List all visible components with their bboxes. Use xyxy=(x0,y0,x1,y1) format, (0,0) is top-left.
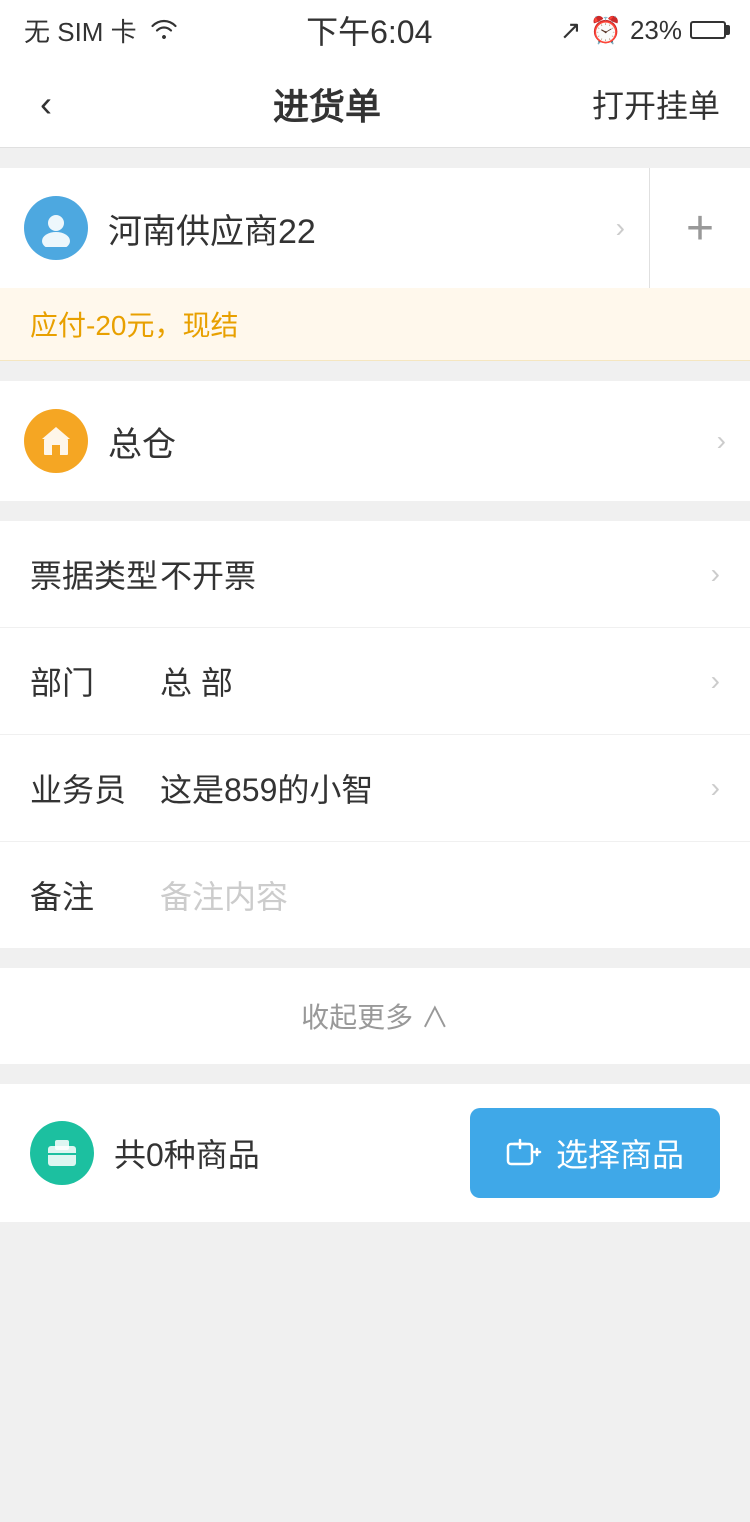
warehouse-chevron-icon: › xyxy=(717,425,726,457)
bottom-bg xyxy=(0,1222,750,1522)
battery-icon xyxy=(690,21,726,39)
salesperson-chevron-icon: › xyxy=(711,772,720,804)
back-button[interactable]: ‹ xyxy=(30,73,62,135)
location-icon: ↗ xyxy=(560,15,582,46)
department-row[interactable]: 部门 总 部 › xyxy=(0,628,750,735)
invoice-type-row[interactable]: 票据类型 不开票 › xyxy=(0,521,750,628)
open-pending-button[interactable]: 打开挂单 xyxy=(592,81,720,127)
nav-bar: ‹ 进货单 打开挂单 xyxy=(0,60,750,148)
collapse-button[interactable]: 收起更多 ∧ xyxy=(0,968,750,1064)
alarm-icon: ⏰ xyxy=(590,15,622,46)
supplier-main[interactable]: 河南供应商22 › xyxy=(0,168,650,288)
notice-bar: 应付-20元，现结 xyxy=(0,288,750,361)
select-product-label: 选择商品 xyxy=(556,1130,684,1176)
warehouse-section[interactable]: 总仓 › xyxy=(0,381,750,501)
page-title: 进货单 xyxy=(273,78,381,130)
collapse-label: 收起更多 ∧ xyxy=(301,996,449,1036)
supplier-chevron-icon: › xyxy=(616,212,625,244)
status-bar: 无 SIM 卡 下午6:04 ↗ ⏰ 23% xyxy=(0,0,750,60)
salesperson-value: 这是859的小智 xyxy=(160,765,711,811)
supplier-name: 河南供应商22 xyxy=(108,204,616,253)
product-section: 共0种商品 选择商品 xyxy=(0,1084,750,1222)
status-time: 下午6:04 xyxy=(306,7,432,53)
carrier-text: 无 SIM 卡 xyxy=(24,12,137,49)
invoice-type-value: 不开票 xyxy=(160,551,711,597)
supplier-avatar xyxy=(24,196,88,260)
status-right: ↗ ⏰ 23% xyxy=(560,15,726,46)
status-left: 无 SIM 卡 xyxy=(24,12,179,49)
product-icon xyxy=(30,1121,94,1185)
warehouse-name: 总仓 xyxy=(108,417,717,466)
select-product-button[interactable]: 选择商品 xyxy=(470,1108,720,1198)
department-label: 部门 xyxy=(30,658,160,704)
wifi-icon xyxy=(149,15,179,46)
section-gap-1 xyxy=(0,148,750,168)
warehouse-icon xyxy=(24,409,88,473)
remark-row[interactable]: 备注 备注内容 xyxy=(0,842,750,948)
remark-label: 备注 xyxy=(30,872,160,918)
remark-input[interactable]: 备注内容 xyxy=(160,872,720,918)
invoice-type-chevron-icon: › xyxy=(711,558,720,590)
product-count-text: 共0种商品 xyxy=(114,1130,450,1176)
salesperson-row[interactable]: 业务员 这是859的小智 › xyxy=(0,735,750,842)
department-value: 总 部 xyxy=(160,658,711,704)
form-section: 票据类型 不开票 › 部门 总 部 › 业务员 这是859的小智 › 备注 备注… xyxy=(0,521,750,948)
department-chevron-icon: › xyxy=(711,665,720,697)
battery-percent: 23% xyxy=(630,15,682,46)
supplier-section: 河南供应商22 › + xyxy=(0,168,750,288)
invoice-type-label: 票据类型 xyxy=(30,551,160,597)
salesperson-label: 业务员 xyxy=(30,765,160,811)
add-supplier-button[interactable]: + xyxy=(650,168,750,288)
notice-text: 应付-20元，现结 xyxy=(30,310,238,341)
